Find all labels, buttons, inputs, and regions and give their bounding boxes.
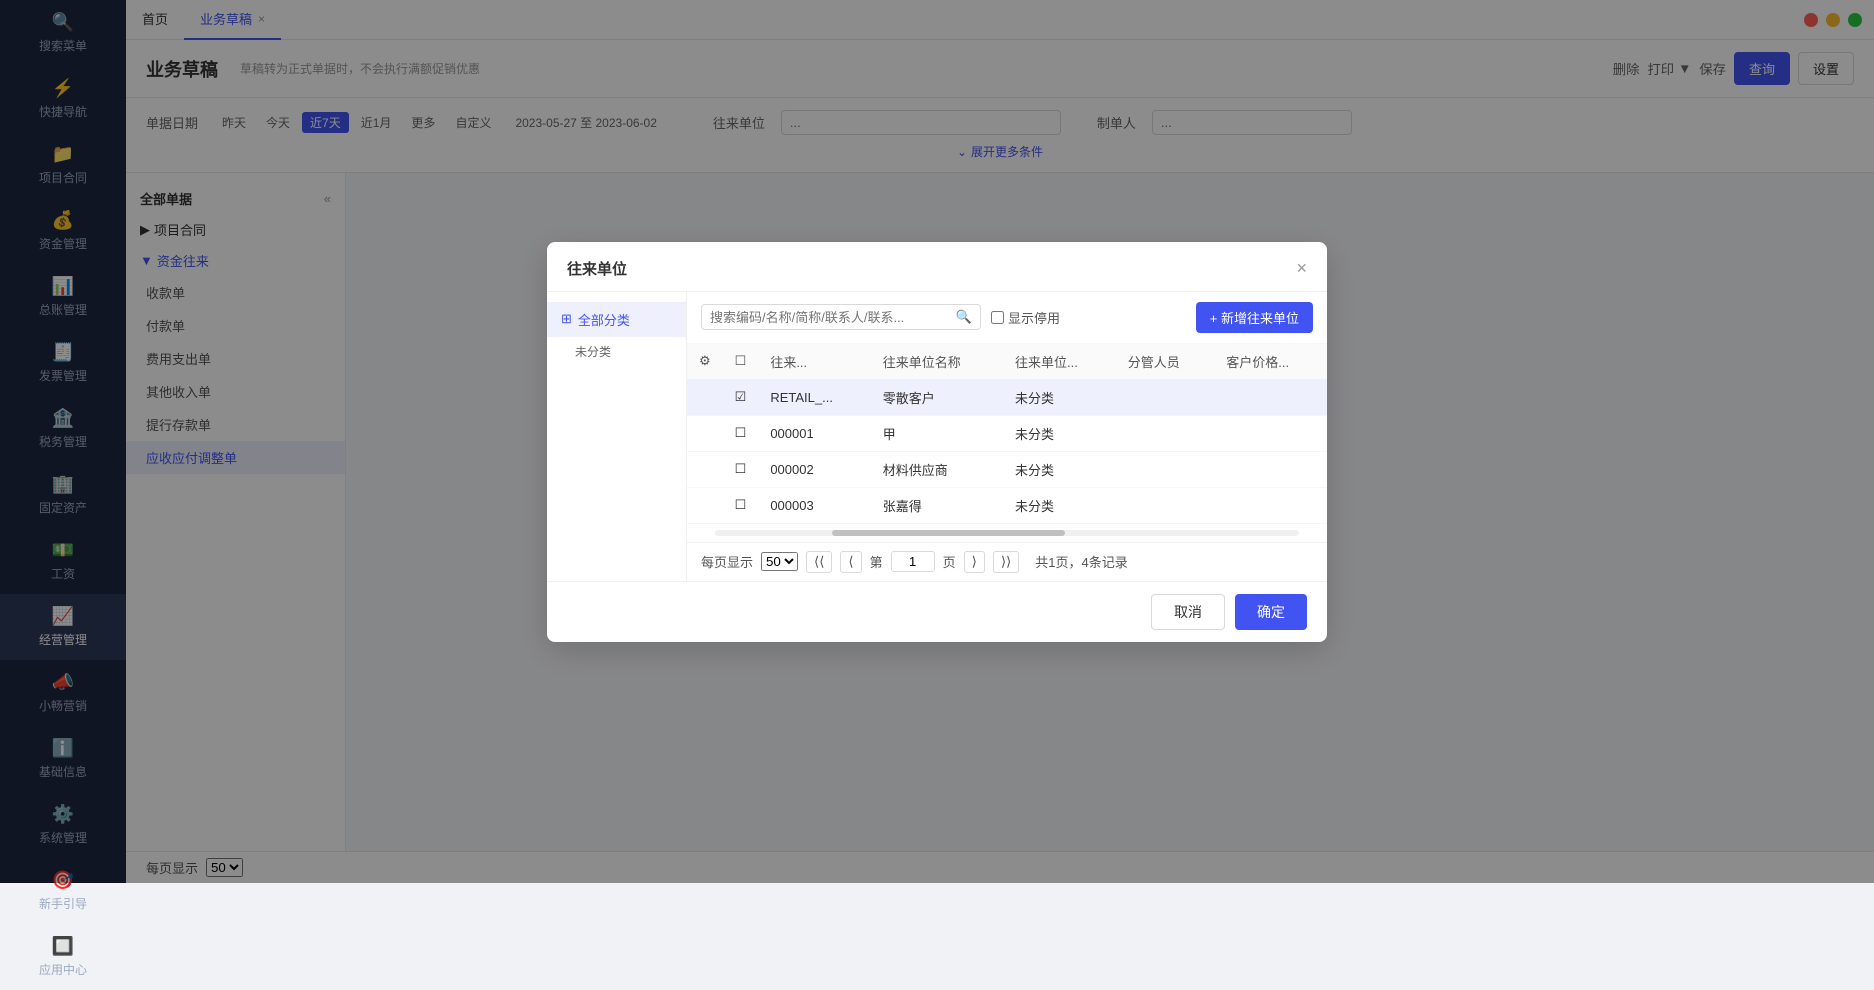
row-check[interactable]: ☑	[723, 379, 759, 415]
table-row[interactable]: ☐ 000002 材料供应商 未分类	[687, 451, 1327, 487]
modal-table: ⚙ ☐ 往来... 往来单位名称 往来单位... 分管人员 客户价格...	[687, 344, 1327, 524]
col-price: 客户价格...	[1214, 344, 1327, 380]
modal-close-btn[interactable]: ×	[1296, 258, 1307, 279]
row-name: 甲	[871, 415, 1003, 451]
app-center-icon: 🔲	[52, 936, 74, 957]
table-header-row: ⚙ ☐ 往来... 往来单位名称 往来单位... 分管人员 客户价格...	[687, 344, 1327, 380]
row-settings	[687, 415, 723, 451]
row-price	[1214, 451, 1327, 487]
row-code: 000003	[758, 487, 870, 523]
partner-search-input[interactable]	[710, 310, 950, 325]
modal-nav-unclassified[interactable]: 未分类	[547, 337, 686, 366]
page-suffix: 页	[943, 552, 956, 571]
col-settings[interactable]: ⚙	[687, 344, 723, 380]
row-manager	[1116, 415, 1215, 451]
total-records: 共1页，4条记录	[1035, 552, 1127, 571]
row-category: 未分类	[1003, 415, 1116, 451]
last-page-btn[interactable]: ⟩⟩	[993, 551, 1019, 573]
modal-right: 🔍 显示停用 + 新增往来单位 ⚙ ☐	[687, 292, 1327, 581]
modal-actions: 取消 确定	[547, 581, 1327, 642]
modal-toolbar: 🔍 显示停用 + 新增往来单位	[687, 292, 1327, 344]
row-settings	[687, 487, 723, 523]
row-category: 未分类	[1003, 487, 1116, 523]
modal-header: 往来单位 ×	[547, 242, 1327, 292]
row-category: 未分类	[1003, 451, 1116, 487]
add-partner-button[interactable]: + 新增往来单位	[1196, 302, 1313, 333]
modal-pagination: 每页显示 50 ⟨⟨ ⟨ 第 页 ⟩ ⟩⟩ 共1页，4条记录	[687, 542, 1327, 581]
confirm-button[interactable]: 确定	[1235, 594, 1307, 630]
row-name: 材料供应商	[871, 451, 1003, 487]
row-check[interactable]: ☐	[723, 451, 759, 487]
col-manager: 分管人员	[1116, 344, 1215, 380]
col-category: 往来单位...	[1003, 344, 1116, 380]
next-page-btn[interactable]: ⟩	[964, 551, 985, 573]
table-row[interactable]: ☐ 000003 张嘉得 未分类	[687, 487, 1327, 523]
row-code: RETAIL_...	[758, 379, 870, 415]
search-icon: 🔍	[956, 309, 972, 325]
prev-page-btn[interactable]: ⟨	[840, 551, 861, 573]
modal-nav-all[interactable]: ⊞ 全部分类	[547, 302, 686, 337]
row-code: 000001	[758, 415, 870, 451]
row-price	[1214, 415, 1327, 451]
sidebar-item-app-center[interactable]: 🔲 应用中心	[0, 924, 126, 990]
search-box: 🔍	[701, 304, 981, 330]
row-manager	[1116, 379, 1215, 415]
modal-body: ⊞ 全部分类 未分类 🔍 显示停用	[547, 292, 1327, 581]
show-disabled-checkbox[interactable]	[991, 311, 1004, 324]
sidebar-item-label: 新手引导	[39, 895, 87, 912]
table-row[interactable]: ☑ RETAIL_... 零散客户 未分类	[687, 379, 1327, 415]
page-label: 第	[870, 552, 883, 571]
col-code: 往来...	[758, 344, 870, 380]
col-check[interactable]: ☐	[723, 344, 759, 380]
table-row[interactable]: ☐ 000001 甲 未分类	[687, 415, 1327, 451]
sidebar-item-label: 应用中心	[39, 961, 87, 978]
partners-table: ⚙ ☐ 往来... 往来单位名称 往来单位... 分管人员 客户价格...	[687, 344, 1327, 524]
grid-icon: ⊞	[561, 311, 572, 327]
row-name: 零散客户	[871, 379, 1003, 415]
page-number-input[interactable]	[891, 551, 935, 572]
col-name: 往来单位名称	[871, 344, 1003, 380]
cancel-button[interactable]: 取消	[1151, 594, 1225, 630]
per-page-select[interactable]: 50	[761, 552, 798, 571]
partner-modal: 往来单位 × ⊞ 全部分类 未分类 🔍	[547, 242, 1327, 642]
table-scrollbar-track[interactable]	[687, 524, 1327, 542]
row-settings	[687, 379, 723, 415]
row-manager	[1116, 487, 1215, 523]
row-price	[1214, 379, 1327, 415]
row-code: 000002	[758, 451, 870, 487]
row-name: 张嘉得	[871, 487, 1003, 523]
per-page-label: 每页显示	[701, 552, 753, 571]
row-manager	[1116, 451, 1215, 487]
first-page-btn[interactable]: ⟨⟨	[806, 551, 832, 573]
row-settings	[687, 451, 723, 487]
row-category: 未分类	[1003, 379, 1116, 415]
modal-title: 往来单位	[567, 258, 627, 279]
modal-left-nav: ⊞ 全部分类 未分类	[547, 292, 687, 581]
row-check[interactable]: ☐	[723, 415, 759, 451]
row-price	[1214, 487, 1327, 523]
modal-overlay: 往来单位 × ⊞ 全部分类 未分类 🔍	[0, 0, 1874, 883]
row-check[interactable]: ☐	[723, 487, 759, 523]
show-disabled-label[interactable]: 显示停用	[991, 308, 1060, 327]
